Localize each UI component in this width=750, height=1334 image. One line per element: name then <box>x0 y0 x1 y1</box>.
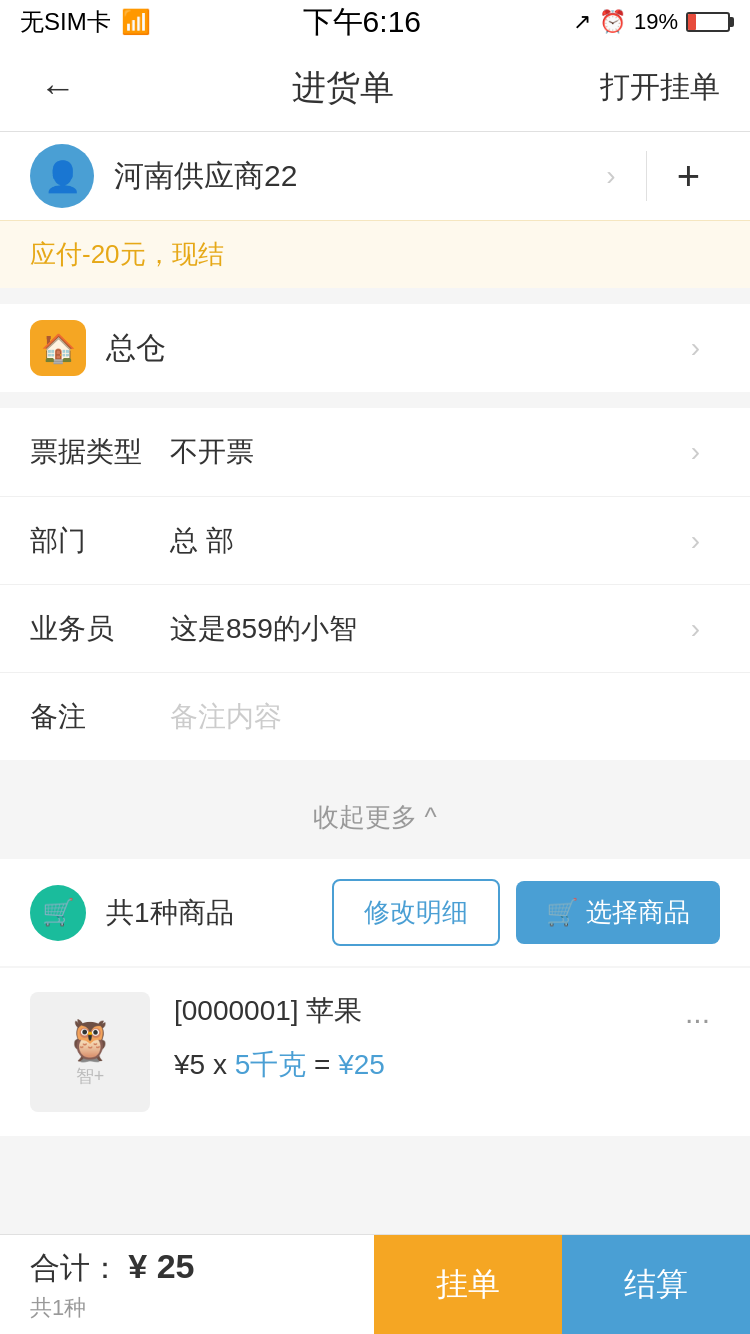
warehouse-name: 总仓 <box>106 328 691 369</box>
product-name: [0000001] 苹果 <box>174 992 675 1030</box>
supplier-avatar: 👤 <box>30 144 94 208</box>
status-signal: 无SIM卡 📶 <box>20 6 151 38</box>
products-count: 共1种商品 <box>106 894 332 932</box>
edit-details-button[interactable]: 修改明细 <box>332 879 500 946</box>
product-price: ¥5 x 5千克 = ¥25 <box>174 1046 675 1084</box>
product-code: [0000001] <box>174 995 306 1026</box>
signal-text: 无SIM卡 <box>20 6 111 38</box>
more-button[interactable]: ··· <box>675 992 720 1046</box>
battery-text: 19% <box>634 9 678 35</box>
divider <box>646 151 647 201</box>
unit-price: ¥5 x <box>174 1049 235 1080</box>
alarm-icon: ⏰ <box>599 9 626 35</box>
select-icon: 🛒 <box>546 897 578 928</box>
owl-icon: 🦉 <box>65 1017 115 1064</box>
open-hang-button[interactable]: 打开挂单 <box>600 67 720 108</box>
salesman-label: 业务员 <box>30 610 150 648</box>
salesman-row[interactable]: 业务员 这是859的小智 › <box>0 584 750 672</box>
warehouse-chevron-icon: › <box>691 332 700 364</box>
supplier-row[interactable]: 👤 河南供应商22 › + <box>0 132 750 220</box>
dept-label: 部门 <box>30 522 150 560</box>
add-button[interactable]: + <box>657 144 720 209</box>
total-main: 合计： ¥ 25 <box>30 1247 344 1289</box>
product-title: 苹果 <box>306 995 362 1026</box>
invoice-chevron-icon: › <box>691 436 700 468</box>
invoice-row[interactable]: 票据类型 不开票 › <box>0 408 750 496</box>
total-section: 合计： ¥ 25 共1种 <box>0 1235 374 1334</box>
product-thumbnail: 🦉 智+ <box>30 992 150 1112</box>
product-info: [0000001] 苹果 ¥5 x 5千克 = ¥25 <box>174 992 675 1084</box>
hang-button[interactable]: 挂单 <box>374 1235 562 1334</box>
equals: = <box>306 1049 338 1080</box>
note-row[interactable]: 备注 备注内容 <box>0 672 750 760</box>
status-time: 下午6:16 <box>303 2 421 43</box>
supplier-section: 👤 河南供应商22 › + 应付-20元，现结 <box>0 132 750 288</box>
avatar-icon: 👤 <box>44 159 81 194</box>
product-item: 🦉 智+ [0000001] 苹果 ¥5 x 5千克 = ¥25 ··· <box>0 968 750 1136</box>
products-header: 🛒 共1种商品 修改明细 🛒 选择商品 <box>0 859 750 966</box>
thumb-label: 智+ <box>76 1064 105 1088</box>
alert-bar: 应付-20元，现结 <box>0 220 750 288</box>
dept-row[interactable]: 部门 总 部 › <box>0 496 750 584</box>
cart-icon: 🛒 <box>42 897 74 928</box>
select-product-button[interactable]: 🛒 选择商品 <box>516 881 720 944</box>
warehouse-section: 🏠 总仓 › <box>0 304 750 392</box>
salesman-chevron-icon: › <box>691 613 700 645</box>
wifi-icon: 📶 <box>121 8 151 36</box>
status-bar: 无SIM卡 📶 下午6:16 ↗ ⏰ 19% <box>0 0 750 44</box>
note-input[interactable]: 备注内容 <box>150 698 720 736</box>
checkout-button[interactable]: 结算 <box>562 1235 750 1334</box>
back-button[interactable]: ← <box>30 57 86 119</box>
warehouse-icon: 🏠 <box>30 320 86 376</box>
invoice-label: 票据类型 <box>30 433 150 471</box>
total-price: ¥25 <box>338 1049 385 1080</box>
collapse-bar[interactable]: 收起更多 ^ <box>0 776 750 859</box>
products-icon: 🛒 <box>30 885 86 941</box>
quantity: 5千克 <box>235 1049 307 1080</box>
dept-chevron-icon: › <box>691 525 700 557</box>
total-sub: 共1种 <box>30 1293 344 1323</box>
dept-value: 总 部 <box>150 522 691 560</box>
nav-bar: ← 进货单 打开挂单 <box>0 44 750 132</box>
location-icon: ↗ <box>573 9 591 35</box>
bottom-bar: 合计： ¥ 25 共1种 挂单 结算 <box>0 1234 750 1334</box>
battery-icon <box>686 12 730 32</box>
total-label: 合计： <box>30 1251 120 1284</box>
invoice-value: 不开票 <box>150 433 691 471</box>
note-label: 备注 <box>30 698 150 736</box>
main-content: 👤 河南供应商22 › + 应付-20元，现结 🏠 总仓 › 票据类型 不开票 … <box>0 132 750 1238</box>
total-amount: ¥ 25 <box>128 1247 194 1285</box>
supplier-chevron-icon: › <box>606 160 615 192</box>
supplier-name: 河南供应商22 <box>114 156 606 197</box>
form-section: 票据类型 不开票 › 部门 总 部 › 业务员 这是859的小智 › 备注 备注… <box>0 408 750 760</box>
page-title: 进货单 <box>292 65 394 111</box>
salesman-value: 这是859的小智 <box>150 610 691 648</box>
warehouse-row[interactable]: 🏠 总仓 › <box>0 304 750 392</box>
status-right: ↗ ⏰ 19% <box>573 9 730 35</box>
